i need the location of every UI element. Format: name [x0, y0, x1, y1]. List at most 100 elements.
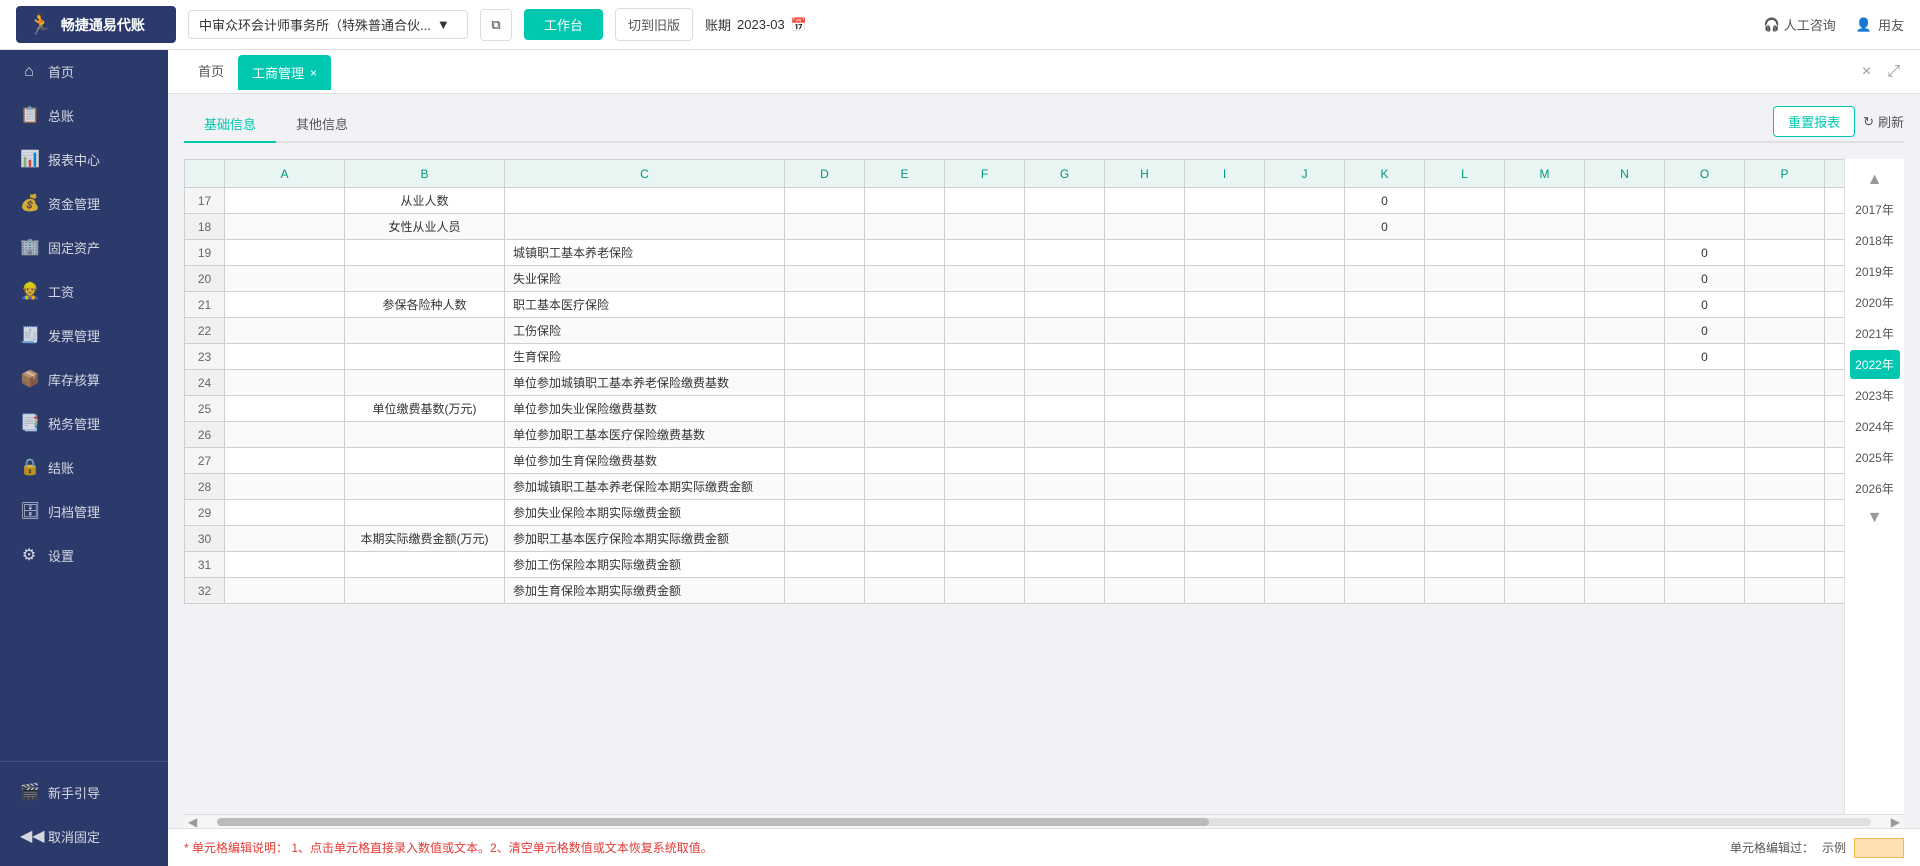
h-scroll-right-arrow[interactable]: ▶ — [1887, 815, 1904, 829]
table-cell[interactable] — [865, 474, 945, 500]
table-cell[interactable] — [865, 500, 945, 526]
table-cell[interactable] — [865, 292, 945, 318]
table-cell[interactable] — [1585, 344, 1665, 370]
service-button[interactable]: 🎧 人工咨询 — [1764, 15, 1836, 34]
table-cell[interactable] — [1825, 292, 1845, 318]
table-cell[interactable] — [1585, 188, 1665, 214]
table-cell[interactable] — [1105, 240, 1185, 266]
table-cell[interactable]: 从业人数 — [345, 188, 505, 214]
table-cell[interactable] — [1505, 188, 1585, 214]
table-cell[interactable] — [345, 266, 505, 292]
table-cell[interactable] — [225, 240, 345, 266]
table-row[interactable]: 24单位参加城镇职工基本养老保险缴费基数 — [185, 370, 1845, 396]
table-cell[interactable] — [865, 240, 945, 266]
table-cell[interactable] — [1505, 292, 1585, 318]
table-cell[interactable] — [1585, 370, 1665, 396]
copy-button[interactable]: ⧉ — [480, 9, 512, 41]
table-cell[interactable]: 本期实际缴费金额(万元) — [345, 526, 505, 552]
table-cell[interactable] — [1105, 266, 1185, 292]
table-cell[interactable] — [1745, 500, 1825, 526]
table-row[interactable]: 18女性从业人员0 — [185, 214, 1845, 240]
sidebar-item-new-guide[interactable]: 🎬 新手引导 — [0, 770, 168, 814]
table-cell[interactable] — [1185, 214, 1265, 240]
table-cell[interactable] — [785, 266, 865, 292]
table-cell[interactable] — [225, 526, 345, 552]
table-cell[interactable] — [1585, 552, 1665, 578]
table-cell[interactable]: 0 — [1345, 214, 1425, 240]
table-cell[interactable] — [1265, 448, 1345, 474]
table-cell[interactable] — [1345, 578, 1425, 604]
table-cell[interactable] — [505, 214, 785, 240]
table-cell[interactable] — [1825, 318, 1845, 344]
table-row[interactable]: 22工伤保险0 — [185, 318, 1845, 344]
table-cell[interactable] — [865, 552, 945, 578]
old-version-button[interactable]: 切到旧版 — [615, 8, 693, 41]
table-cell[interactable] — [1505, 578, 1585, 604]
table-cell[interactable] — [945, 188, 1025, 214]
table-cell[interactable] — [1345, 526, 1425, 552]
table-row[interactable]: 32参加生育保险本期实际缴费金额 — [185, 578, 1845, 604]
table-cell[interactable] — [1825, 448, 1845, 474]
table-cell[interactable] — [1265, 422, 1345, 448]
table-cell[interactable] — [785, 396, 865, 422]
table-cell[interactable] — [1185, 552, 1265, 578]
table-cell[interactable] — [1185, 578, 1265, 604]
table-cell[interactable]: 单位缴费基数(万元) — [345, 396, 505, 422]
table-cell[interactable] — [1745, 552, 1825, 578]
table-cell[interactable] — [1185, 370, 1265, 396]
table-cell[interactable] — [1105, 448, 1185, 474]
table-cell[interactable] — [345, 500, 505, 526]
table-row[interactable]: 19城镇职工基本养老保险0 — [185, 240, 1845, 266]
table-cell[interactable] — [1345, 318, 1425, 344]
sidebar-item-reports[interactable]: 📊 报表中心 — [0, 137, 168, 181]
table-cell[interactable] — [1425, 344, 1505, 370]
table-cell[interactable]: 失业保险 — [505, 266, 785, 292]
user-area[interactable]: 👤 用友 — [1856, 15, 1904, 34]
table-cell[interactable] — [945, 344, 1025, 370]
table-cell[interactable] — [1745, 292, 1825, 318]
table-cell[interactable] — [1185, 396, 1265, 422]
table-cell[interactable] — [1425, 396, 1505, 422]
table-cell[interactable] — [1745, 526, 1825, 552]
table-cell[interactable] — [1265, 240, 1345, 266]
table-cell[interactable] — [1425, 526, 1505, 552]
table-cell[interactable] — [785, 370, 865, 396]
table-cell[interactable] — [1185, 422, 1265, 448]
table-cell[interactable] — [1345, 552, 1425, 578]
table-cell[interactable] — [1825, 500, 1845, 526]
table-cell[interactable] — [1345, 344, 1425, 370]
table-cell[interactable]: 生育保险 — [505, 344, 785, 370]
table-cell[interactable] — [785, 214, 865, 240]
table-cell[interactable] — [1505, 396, 1585, 422]
table-cell[interactable]: 0 — [1665, 344, 1745, 370]
table-cell[interactable] — [1345, 422, 1425, 448]
table-row[interactable]: 31参加工伤保险本期实际缴费金额 — [185, 552, 1845, 578]
table-cell[interactable] — [1665, 500, 1745, 526]
h-scroll-track[interactable] — [217, 818, 1871, 826]
year-item-2017[interactable]: 2017年 — [1850, 195, 1900, 224]
table-cell[interactable] — [1505, 552, 1585, 578]
table-cell[interactable] — [345, 578, 505, 604]
table-cell[interactable] — [1105, 422, 1185, 448]
table-cell[interactable] — [345, 344, 505, 370]
year-item-2022[interactable]: 2022年 — [1850, 350, 1900, 379]
table-cell[interactable] — [785, 526, 865, 552]
table-cell[interactable] — [1585, 474, 1665, 500]
table-cell[interactable] — [225, 318, 345, 344]
table-cell[interactable] — [1585, 396, 1665, 422]
table-cell[interactable] — [785, 422, 865, 448]
table-cell[interactable] — [225, 500, 345, 526]
table-cell[interactable] — [505, 188, 785, 214]
table-row[interactable]: 26单位参加职工基本医疗保险缴费基数 — [185, 422, 1845, 448]
table-cell[interactable] — [785, 448, 865, 474]
table-cell[interactable] — [1425, 422, 1505, 448]
table-cell[interactable] — [1585, 266, 1665, 292]
table-cell[interactable] — [1745, 448, 1825, 474]
table-cell[interactable] — [945, 448, 1025, 474]
table-cell[interactable] — [945, 214, 1025, 240]
table-cell[interactable] — [1185, 292, 1265, 318]
table-cell[interactable] — [345, 318, 505, 344]
table-cell[interactable] — [1105, 396, 1185, 422]
sidebar-item-home[interactable]: ⌂ 首页 — [0, 50, 168, 93]
table-cell[interactable] — [345, 552, 505, 578]
